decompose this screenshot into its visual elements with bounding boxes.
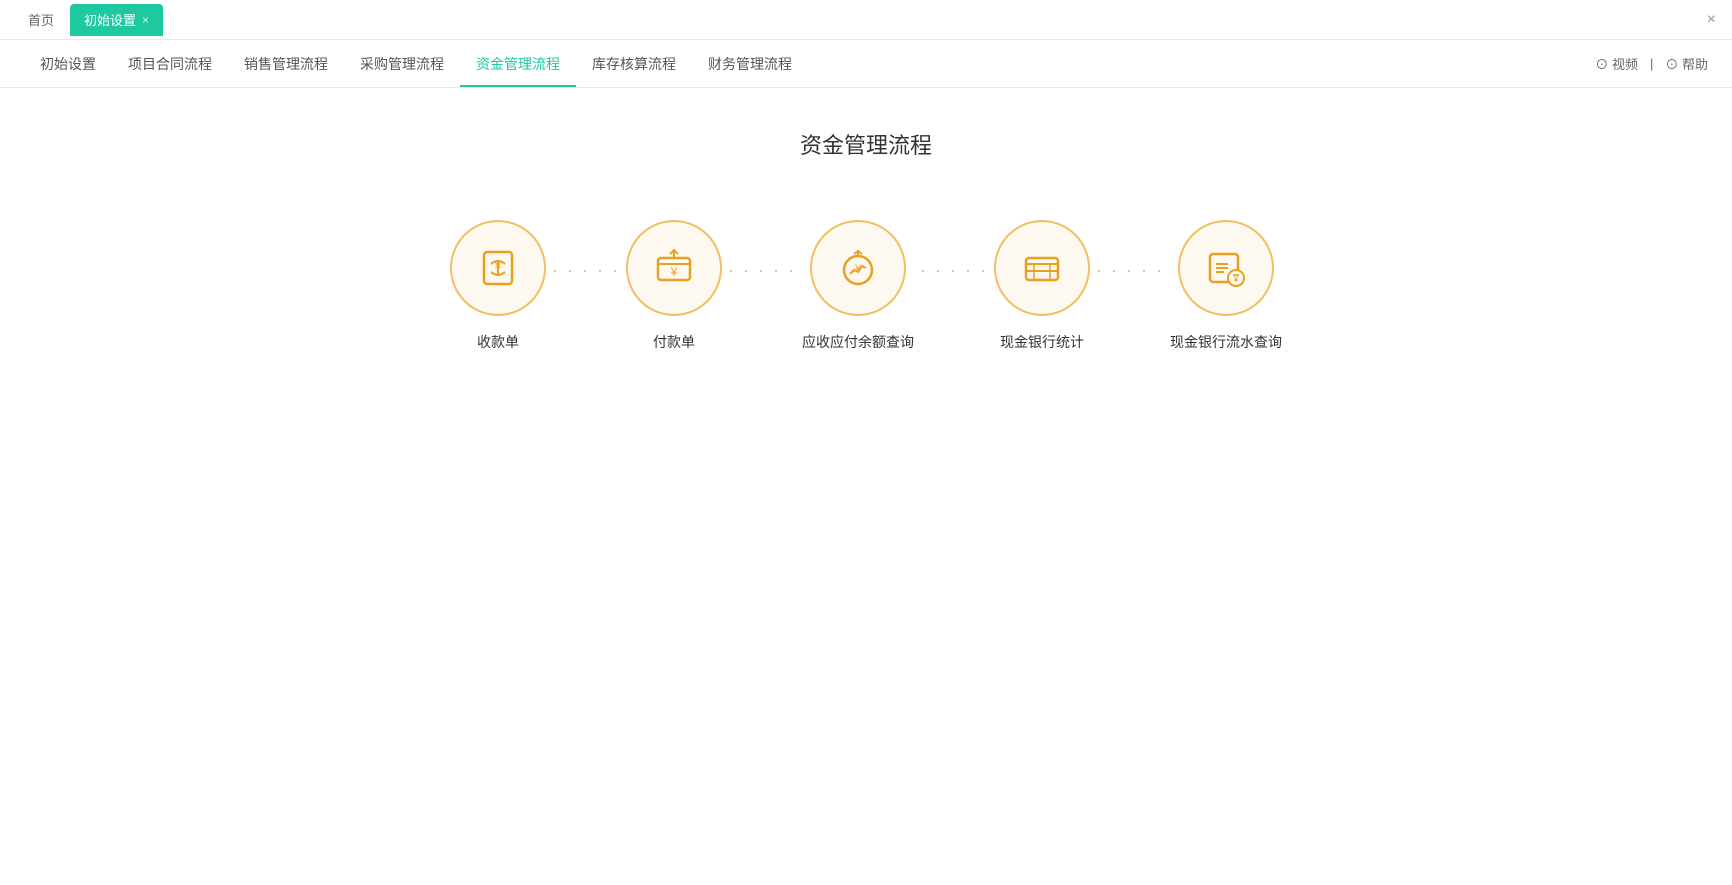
arrow-2: · · · · ·: [722, 260, 802, 313]
flow-item-cash-flow[interactable]: ¥ 现金银行流水查询: [1170, 220, 1282, 352]
page-title: 资金管理流程: [800, 128, 932, 160]
cash-flow-icon-circle: ¥: [1178, 220, 1274, 316]
flow-item-cash-bank[interactable]: 现金银行统计: [994, 220, 1090, 352]
payment-icon: ¥: [650, 244, 698, 292]
nav-video-link[interactable]: ⊙ 视频: [1595, 54, 1638, 73]
nav-item-finance[interactable]: 财务管理流程: [692, 40, 808, 87]
top-bar-right: ×: [1707, 11, 1716, 29]
flow-container: ¥ 收款单 · · · · · ¥ 付款单 · ·: [450, 220, 1282, 352]
nav-item-inventory[interactable]: 库存核算流程: [576, 40, 692, 87]
tab-home[interactable]: 首页: [16, 0, 66, 39]
cash-flow-icon: ¥: [1202, 244, 1250, 292]
nav-item-sales[interactable]: 销售管理流程: [228, 40, 344, 87]
arrow-3: · · · · ·: [914, 260, 994, 313]
arrow-4: · · · · ·: [1090, 260, 1170, 313]
arrow-1: · · · · ·: [546, 260, 626, 313]
nav-item-project[interactable]: 项目合同流程: [112, 40, 228, 87]
balance-icon-circle: ¥: [810, 220, 906, 316]
cash-bank-icon: [1018, 244, 1066, 292]
main-content: 资金管理流程 ¥ 收款单 · · · · ·: [0, 88, 1732, 392]
nav-bar: 初始设置 项目合同流程 销售管理流程 采购管理流程 资金管理流程 库存核算流程 …: [0, 40, 1732, 88]
payment-icon-circle: ¥: [626, 220, 722, 316]
receipt-icon: ¥: [474, 244, 522, 292]
tab-active-top[interactable]: 初始设置 ×: [70, 4, 163, 36]
top-bar: 首页 初始设置 × ×: [0, 0, 1732, 40]
nav-help-link[interactable]: ⊙ 帮助: [1665, 54, 1708, 73]
arrow-dots-1: · · · · ·: [552, 260, 620, 281]
active-tab-label: 初始设置: [84, 10, 136, 29]
nav-divider: |: [1650, 56, 1653, 71]
svg-text:¥: ¥: [494, 261, 502, 273]
receipt-icon-circle: ¥: [450, 220, 546, 316]
nav-item-purchase[interactable]: 采购管理流程: [344, 40, 460, 87]
arrow-dots-4: · · · · ·: [1096, 260, 1164, 281]
window-close-icon[interactable]: ×: [1707, 11, 1716, 29]
flow-item-payment[interactable]: ¥ 付款单: [626, 220, 722, 352]
flow-item-receipt[interactable]: ¥ 收款单: [450, 220, 546, 352]
svg-text:¥: ¥: [854, 263, 862, 275]
nav-right: ⊙ 视频 | ⊙ 帮助: [1595, 54, 1708, 73]
svg-text:¥: ¥: [670, 265, 678, 279]
cash-bank-icon-circle: [994, 220, 1090, 316]
cash-bank-label: 现金银行统计: [1000, 332, 1084, 352]
arrow-dots-2: · · · · ·: [728, 260, 796, 281]
cash-flow-label: 现金银行流水查询: [1170, 332, 1282, 352]
payment-label: 付款单: [653, 332, 695, 352]
balance-icon: ¥: [834, 244, 882, 292]
close-tab-icon[interactable]: ×: [142, 13, 149, 27]
nav-item-initial[interactable]: 初始设置: [24, 40, 112, 87]
balance-label: 应收应付余额查询: [802, 332, 914, 352]
receipt-label: 收款单: [477, 332, 519, 352]
nav-item-capital[interactable]: 资金管理流程: [460, 40, 576, 87]
flow-item-balance[interactable]: ¥ 应收应付余额查询: [802, 220, 914, 352]
arrow-dots-3: · · · · ·: [920, 260, 988, 281]
